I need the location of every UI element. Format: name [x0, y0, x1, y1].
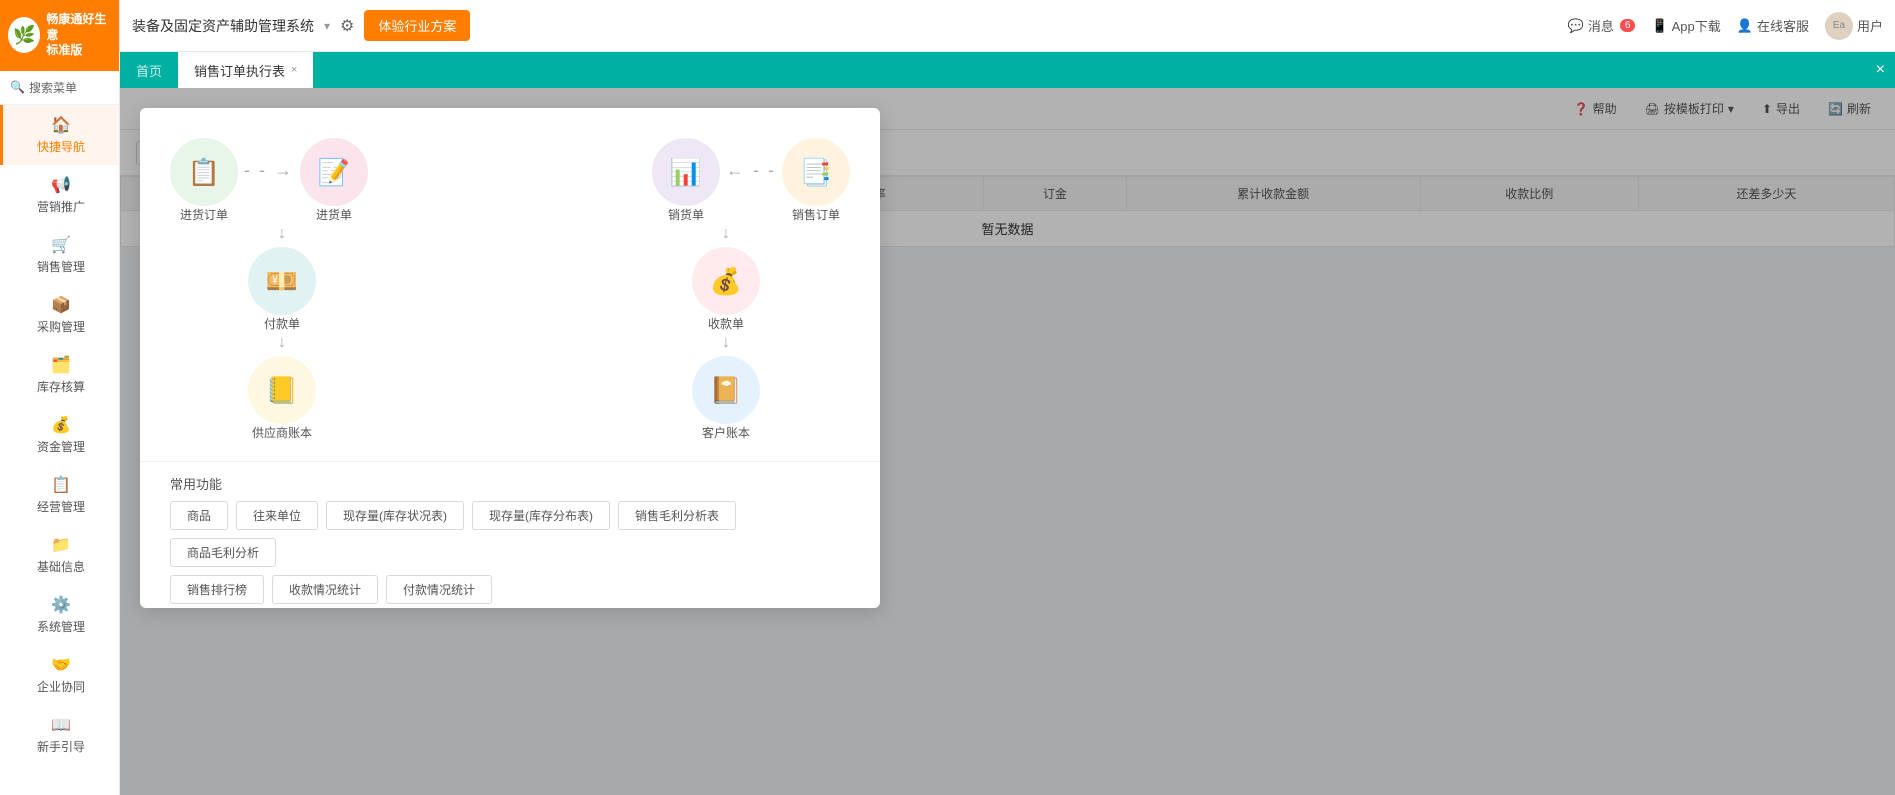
common-btn-partners[interactable]: 往来单位: [236, 501, 318, 530]
common-buttons-row1: 商品 往来单位 现存量(库存状况表) 现存量(库存分布表) 销售毛利分析表 商品…: [170, 501, 850, 567]
tab-sales-order[interactable]: 销售订单执行表 ×: [178, 52, 313, 88]
operation-icon: 📋: [51, 475, 71, 495]
arrow-down-sale: ↓: [692, 225, 760, 243]
sidebar-search[interactable]: 🔍 搜索菜单: [0, 71, 119, 105]
flow-node-purchase-order[interactable]: 📋 进货订单: [170, 138, 238, 223]
system-icon: ⚙️: [51, 595, 71, 615]
receipt-icon: 💰: [692, 247, 760, 315]
logo-text: 畅康通好生意 标准版: [46, 12, 111, 59]
payment-label: 付款单: [264, 315, 300, 332]
purchase-icon: 📦: [51, 295, 71, 315]
guide-icon: 📖: [51, 715, 71, 735]
sale-bill-label: 销货单: [668, 206, 704, 223]
online-service-btn[interactable]: 👤 在线客服: [1737, 16, 1809, 35]
user-avatar-btn[interactable]: Ea 用户: [1825, 12, 1883, 40]
popup: 📋 进货订单 - - → 📝 进货单 📊 销货单: [140, 108, 880, 608]
tab-close-icon[interactable]: ×: [291, 64, 297, 76]
sidebar-item-purchase[interactable]: 📦 采购管理: [0, 285, 119, 345]
sales-icon: 🛒: [51, 235, 71, 255]
sidebar-item-sales[interactable]: 🛒 销售管理: [0, 225, 119, 285]
app-download-btn[interactable]: 📱 App下载: [1651, 16, 1720, 35]
common-title: 常用功能: [170, 474, 850, 493]
common-btn-stock-status[interactable]: 现存量(库存状况表): [326, 501, 464, 530]
customer-ledger-icon: 📔: [692, 356, 760, 424]
header: 装备及固定资产辅助管理系统 ▾ ⚙ 体验行业方案 💬 消息 6 📱 App下载 …: [120, 0, 1895, 52]
sidebar-item-marketing[interactable]: 📢 营销推广: [0, 165, 119, 225]
finance-icon: 💰: [51, 415, 71, 435]
flow-node-payment[interactable]: 💴 付款单: [248, 247, 316, 332]
trial-button[interactable]: 体验行业方案: [364, 10, 470, 41]
service-icon: 👤: [1737, 18, 1753, 34]
purchase-bill-icon: 📝: [300, 138, 368, 206]
flow-node-supplier-ledger[interactable]: 📒 供应商账本: [248, 356, 316, 441]
common-btn-stock-dist[interactable]: 现存量(库存分布表): [472, 501, 610, 530]
overlay: 📋 进货订单 - - → 📝 进货单 📊 销货单: [120, 88, 1895, 795]
sidebar-item-corp[interactable]: 🤝 企业协同: [0, 645, 119, 705]
dropdown-icon[interactable]: ▾: [324, 19, 330, 33]
sidebar-item-system[interactable]: ⚙️ 系统管理: [0, 585, 119, 645]
corp-icon: 🤝: [51, 655, 71, 675]
flow-node-purchase-bill[interactable]: 📝 进货单: [300, 138, 368, 223]
message-btn[interactable]: 💬 消息 6: [1568, 16, 1636, 35]
sidebar-item-inventory[interactable]: 🗂️ 库存核算: [0, 345, 119, 405]
settings-icon[interactable]: ⚙: [340, 16, 354, 36]
common-btn-product-gross[interactable]: 商品毛利分析: [170, 538, 276, 567]
supplier-ledger-label: 供应商账本: [252, 424, 312, 441]
receipt-label: 收款单: [708, 315, 744, 332]
common-btn-product[interactable]: 商品: [170, 501, 228, 530]
avatar: Ea: [1825, 12, 1853, 40]
sidebar-item-operation[interactable]: 📋 经营管理: [0, 465, 119, 525]
logo-icon: 🌿: [8, 17, 40, 53]
common-buttons-row2: 销售排行榜 收款情况统计 付款情况统计: [170, 575, 850, 604]
purchase-order-icon: 📋: [170, 138, 238, 206]
flow-node-sale-order[interactable]: 📑 销售订单: [782, 138, 850, 223]
sale-order-label: 销售订单: [792, 206, 840, 223]
flow-node-receipt[interactable]: 💰 收款单: [692, 247, 760, 332]
sidebar: 🌿 畅康通好生意 标准版 🔍 搜索菜单 🏠 快捷导航 📢 营销推广 🛒 销售管理…: [0, 0, 120, 795]
header-right: 💬 消息 6 📱 App下载 👤 在线客服 Ea 用户: [1568, 12, 1883, 40]
tab-bar: 首页 销售订单执行表 × ×: [120, 52, 1895, 88]
sale-bill-icon: 📊: [652, 138, 720, 206]
flow-node-sale-bill[interactable]: 📊 销货单: [652, 138, 720, 223]
purchase-order-label: 进货订单: [180, 206, 228, 223]
customer-ledger-label: 客户账本: [702, 424, 750, 441]
supplier-ledger-icon: 📒: [248, 356, 316, 424]
arrow-down-purchase: ↓: [248, 225, 316, 243]
purchase-bill-label: 进货单: [316, 206, 352, 223]
close-all-tabs-btn[interactable]: ×: [1876, 61, 1885, 79]
message-icon: 💬: [1568, 18, 1584, 34]
sidebar-nav: 🏠 快捷导航 📢 营销推广 🛒 销售管理 📦 采购管理 🗂️ 库存核算 💰 资金…: [0, 105, 119, 795]
sidebar-logo: 🌿 畅康通好生意 标准版: [0, 0, 119, 71]
common-section: 常用功能 商品 往来单位 现存量(库存状况表) 现存量(库存分布表) 销售毛利分…: [140, 461, 880, 608]
common-btn-gross-analysis[interactable]: 销售毛利分析表: [618, 501, 736, 530]
basic-icon: 📁: [51, 535, 71, 555]
home-icon: 🏠: [51, 115, 71, 135]
flow-section: 📋 进货订单 - - → 📝 进货单 📊 销货单: [140, 108, 880, 461]
arrow-down-payment: ↓: [248, 334, 316, 352]
common-btn-sales-rank[interactable]: 销售排行榜: [170, 575, 264, 604]
common-btn-receipt-stat[interactable]: 收款情况统计: [272, 575, 378, 604]
arrow-sale-order-to-bill: ← - -: [726, 138, 776, 181]
payment-icon: 💴: [248, 247, 316, 315]
sidebar-item-finance[interactable]: 💰 资金管理: [0, 405, 119, 465]
message-badge: 6: [1620, 19, 1636, 32]
search-icon: 🔍: [10, 80, 25, 94]
download-icon: 📱: [1651, 18, 1667, 34]
sidebar-item-quick-nav[interactable]: 🏠 快捷导航: [0, 105, 119, 165]
marketing-icon: 📢: [51, 175, 71, 195]
sale-order-icon: 📑: [782, 138, 850, 206]
inventory-icon: 🗂️: [51, 355, 71, 375]
common-btn-payment-stat[interactable]: 付款情况统计: [386, 575, 492, 604]
system-title: 装备及固定资产辅助管理系统: [132, 16, 314, 36]
sidebar-item-guide[interactable]: 📖 新手引导: [0, 705, 119, 765]
arrow-down-receipt: ↓: [692, 334, 760, 352]
tab-home[interactable]: 首页: [120, 52, 178, 88]
sidebar-item-basic[interactable]: 📁 基础信息: [0, 525, 119, 585]
flow-node-customer-ledger[interactable]: 📔 客户账本: [692, 356, 760, 441]
arrow-purchase-to-bill: - - →: [244, 138, 294, 181]
